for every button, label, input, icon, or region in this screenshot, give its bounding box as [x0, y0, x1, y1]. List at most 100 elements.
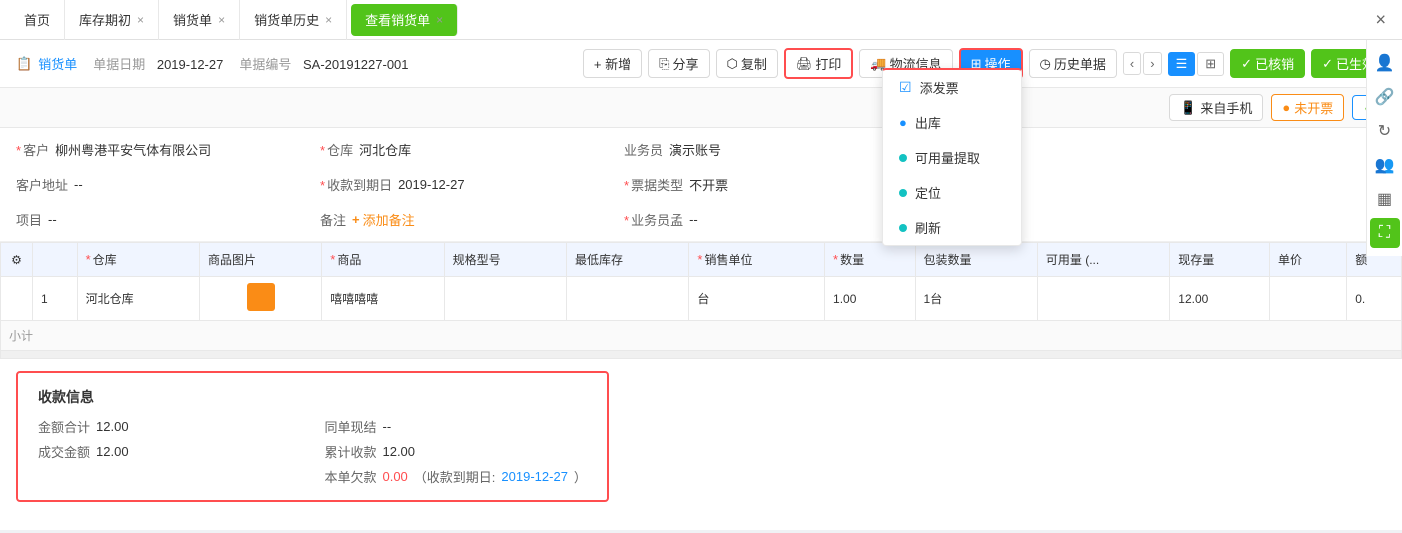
- subtotal-row: 小计: [1, 321, 1402, 351]
- th-product-img: 商品图片: [199, 243, 321, 277]
- table-header-row: ⚙ *仓库 商品图片 *商品 规格型号 最低库存 *销售单位 *数量 包装数量 …: [1, 243, 1402, 277]
- sidebar-expand-icon[interactable]: ⛶: [1370, 218, 1400, 248]
- th-unit-price: 单价: [1270, 243, 1347, 277]
- customer-value[interactable]: 柳州粤港平安气体有限公司: [55, 140, 211, 159]
- radio-icon: ●: [899, 115, 907, 130]
- address-value: --: [74, 177, 83, 192]
- tab-sales-history[interactable]: 销货单历史 ×: [240, 0, 347, 40]
- total-amount-row: 金额合计 12.00: [38, 417, 300, 436]
- new-button[interactable]: + 新增: [583, 49, 642, 78]
- share-icon: ⎘: [659, 56, 669, 72]
- tab-view-sales[interactable]: 查看销货单 ×: [351, 4, 458, 36]
- tab-sales-history-close[interactable]: ×: [325, 13, 332, 27]
- dropdown-out-warehouse[interactable]: ● 出库: [883, 105, 1021, 140]
- check-icon: ✓: [1241, 56, 1252, 72]
- th-available: 可用量 (...: [1037, 243, 1169, 277]
- tab-home[interactable]: 首页: [10, 0, 65, 40]
- td-product: 嘻嘻嘻嘻: [322, 277, 444, 321]
- project-value: --: [48, 212, 57, 227]
- td-pack-qty: 1台: [915, 277, 1037, 321]
- same-order-label: 同单现结: [324, 417, 376, 436]
- share-button[interactable]: ⎘ 分享: [648, 49, 709, 78]
- list-view-button[interactable]: ☰: [1168, 52, 1196, 76]
- ticket-type-field: 票据类型 不开票: [624, 175, 904, 194]
- th-pack-qty: 包装数量: [915, 243, 1037, 277]
- view-toggle: ☰ ⊞: [1168, 52, 1225, 76]
- ticket-type-value[interactable]: 不开票: [689, 175, 728, 194]
- staff2-field: 业务员孟 --: [624, 210, 904, 229]
- doc-date-field: 单据日期 2019-12-27: [93, 54, 223, 73]
- copy-button[interactable]: ⬡ 复制: [716, 49, 778, 78]
- doc-header: 📋 销货单 单据日期 2019-12-27 单据编号 SA-20191227-0…: [0, 40, 1402, 88]
- td-current-stock: 12.00: [1170, 277, 1270, 321]
- due-date-field: 收款到期日 2019-12-27: [320, 175, 600, 194]
- cancelled-button[interactable]: ✓ 已核销: [1230, 49, 1305, 78]
- form-row-2: 客户地址 -- 收款到期日 2019-12-27 票据类型 不开票: [16, 175, 1386, 194]
- address-field: 客户地址 --: [16, 175, 296, 194]
- tab-inventory-close[interactable]: ×: [137, 13, 144, 27]
- product-table-wrapper: ⚙ *仓库 商品图片 *商品 规格型号 最低库存 *销售单位 *数量 包装数量 …: [0, 242, 1402, 359]
- tab-view-sales-close[interactable]: ×: [436, 13, 443, 27]
- bottom-section: 收款信息 金额合计 12.00 同单现结 -- 成交金额 12.00 累计收款 …: [0, 359, 1402, 530]
- dot-icon3: [899, 224, 907, 232]
- th-sales-unit: *销售单位: [689, 243, 825, 277]
- th-warehouse: *仓库: [77, 243, 199, 277]
- sidebar-link-icon[interactable]: 🔗: [1370, 82, 1400, 112]
- add-note-button[interactable]: 添加备注: [352, 210, 415, 229]
- history-icon: ◷: [1040, 56, 1051, 72]
- payment-info-box: 收款信息 金额合计 12.00 同单现结 -- 成交金额 12.00 累计收款 …: [16, 371, 609, 502]
- sidebar-user-group-icon[interactable]: 👥: [1370, 150, 1400, 180]
- td-product-img: [199, 277, 321, 321]
- form-row-3: 项目 -- 备注 添加备注 业务员孟 --: [16, 210, 1386, 229]
- same-order-row: 同单现结 --: [324, 417, 586, 436]
- copy-icon: ⬡: [727, 56, 738, 72]
- th-gear[interactable]: ⚙: [1, 243, 33, 277]
- doc-icon: 📋: [16, 56, 32, 72]
- print-button[interactable]: 🖨 打印: [784, 48, 854, 79]
- not-open-button[interactable]: ● 未开票: [1271, 94, 1344, 121]
- window-close-button[interactable]: ×: [1375, 9, 1386, 30]
- sidebar-contacts-icon[interactable]: 👤: [1370, 48, 1400, 78]
- tab-inventory[interactable]: 库存期初 ×: [65, 0, 159, 40]
- td-sales-unit: 台: [689, 277, 825, 321]
- history-button[interactable]: ◷ 历史单据: [1029, 49, 1117, 78]
- tab-sales[interactable]: 销货单 ×: [159, 0, 240, 40]
- grid-view-button[interactable]: ⊞: [1197, 52, 1224, 76]
- td-amount: 0.: [1347, 277, 1402, 321]
- due-date-value[interactable]: 2019-12-27: [398, 177, 465, 192]
- transaction-amount-label: 成交金额: [38, 442, 90, 461]
- outstanding-value: 0.00: [382, 469, 407, 484]
- sec-toolbar: 📱 来自手机 ● 未开票 ✓: [0, 88, 1402, 128]
- outstanding-date: 2019-12-27: [501, 469, 568, 484]
- outstanding-label: 本单欠款: [324, 467, 376, 486]
- dropdown-available-qty[interactable]: 可用量提取: [883, 140, 1021, 175]
- not-open-icon: ●: [1282, 100, 1290, 115]
- next-button[interactable]: ›: [1143, 52, 1161, 75]
- dropdown-refresh[interactable]: 刷新: [883, 210, 1021, 245]
- td-unit-price: [1270, 277, 1347, 321]
- tab-sales-close[interactable]: ×: [218, 13, 225, 27]
- dot-icon: [899, 154, 907, 162]
- from-phone-button[interactable]: 📱 来自手机: [1169, 94, 1263, 121]
- th-min-stock: 最低库存: [567, 243, 689, 277]
- total-amount-label: 金额合计: [38, 417, 90, 436]
- doc-title: 📋 销货单: [16, 54, 77, 73]
- td-spec: [444, 277, 566, 321]
- subtotal-cell: 小计: [1, 321, 1402, 351]
- prev-button[interactable]: ‹: [1123, 52, 1141, 75]
- warehouse-value[interactable]: 河北仓库: [359, 140, 411, 159]
- cumulative-payment-value: 12.00: [382, 444, 415, 459]
- th-current-stock: 现存量: [1170, 243, 1270, 277]
- transaction-amount-value: 12.00: [96, 444, 129, 459]
- sidebar-refresh-icon[interactable]: ↻: [1370, 116, 1400, 146]
- cumulative-payment-row: 累计收款 12.00: [324, 442, 586, 461]
- same-order-value: --: [382, 419, 391, 434]
- outstanding-row: 本单欠款 0.00 （收款到期日: 2019-12-27 ）: [324, 467, 586, 486]
- dropdown-locate[interactable]: 定位: [883, 175, 1021, 210]
- dropdown-add-invoice[interactable]: ☑ 添发票: [883, 70, 1021, 105]
- doc-date-value: 2019-12-27: [157, 57, 224, 72]
- td-min-stock: [567, 277, 689, 321]
- note-field: 备注 添加备注: [320, 210, 600, 229]
- dot-icon2: [899, 189, 907, 197]
- sidebar-grid-icon[interactable]: ▦: [1370, 184, 1400, 214]
